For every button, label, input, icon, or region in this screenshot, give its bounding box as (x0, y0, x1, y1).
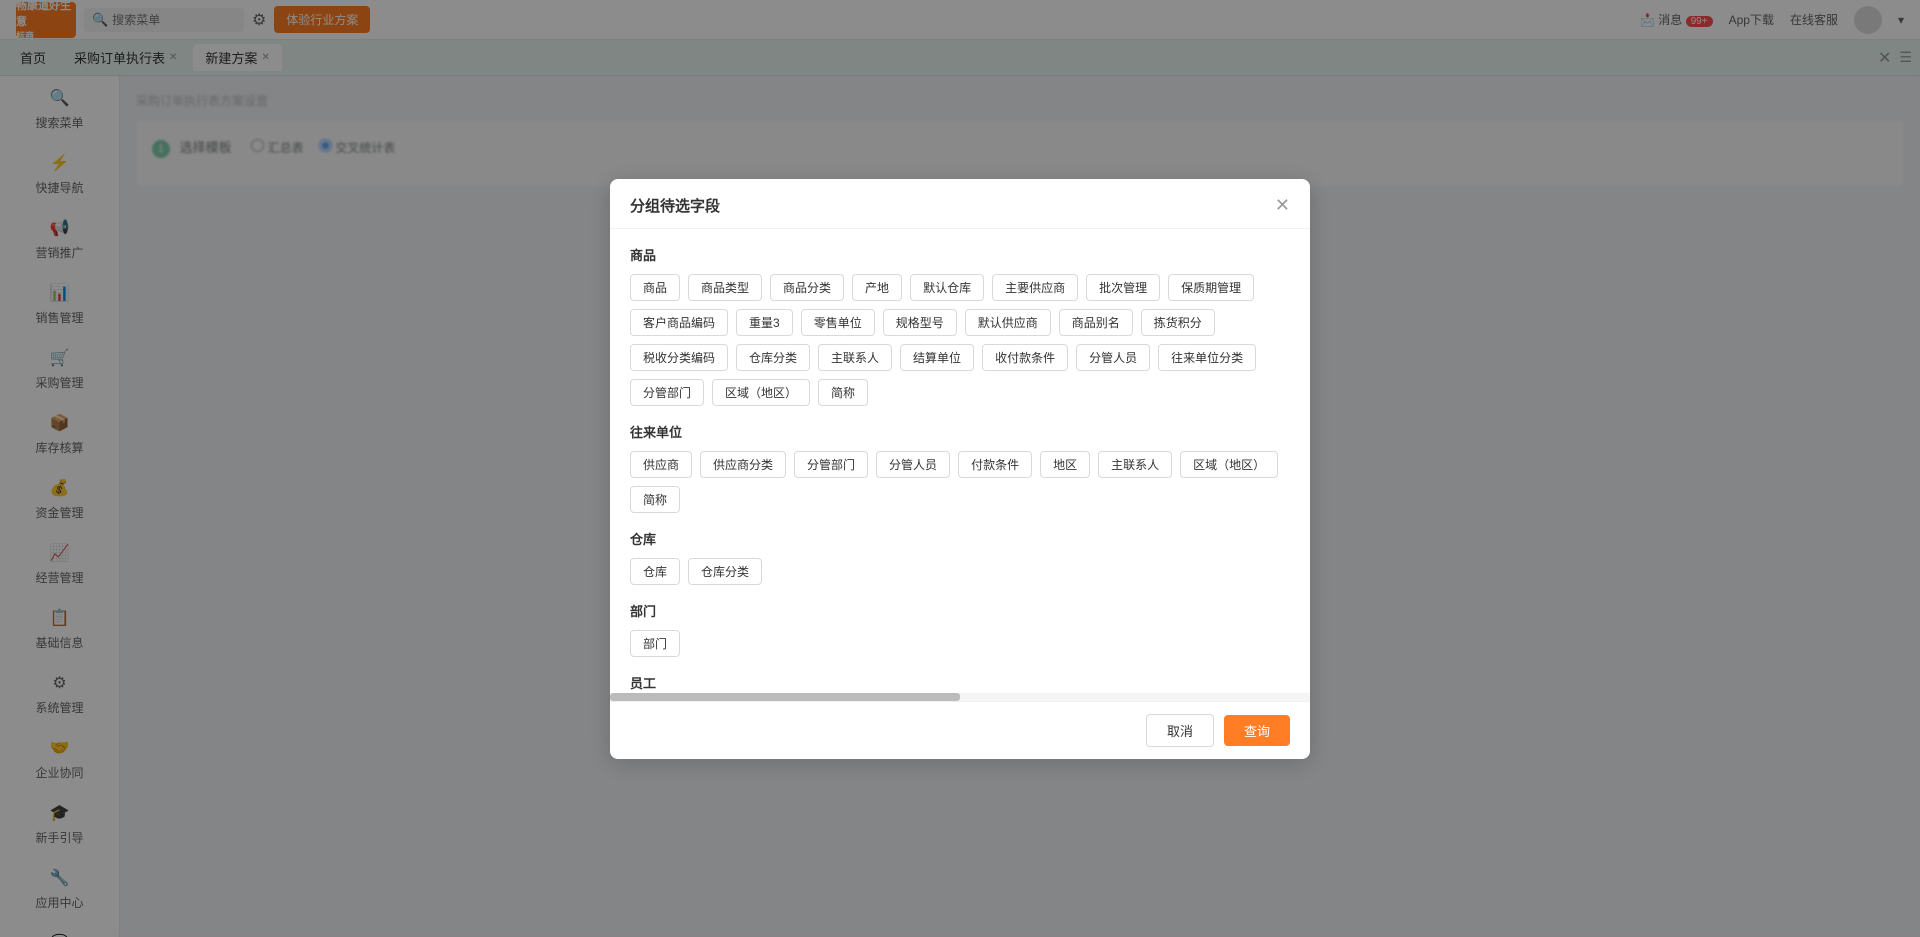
warehouse-fields: 仓库仓库分类 (630, 558, 1290, 585)
section-counterparty: 往来单位 供应商供应商分类分管部门分管人员付款条件地区主联系人区域（地区） 简称 (630, 422, 1290, 513)
field-tag[interactable]: 拣货积分 (1141, 309, 1215, 336)
field-tag[interactable]: 供应商分类 (700, 451, 786, 478)
field-tag[interactable]: 商品分类 (770, 274, 844, 301)
field-tag[interactable]: 区域（地区） (712, 379, 810, 406)
field-tag[interactable]: 简称 (630, 486, 680, 513)
field-tag[interactable]: 分管部门 (794, 451, 868, 478)
modal-footer: 取消 查询 (610, 701, 1310, 759)
section-warehouse-title: 仓库 (630, 529, 1290, 548)
modal-horizontal-scrollbar[interactable] (610, 693, 1310, 700)
field-tag[interactable]: 重量3 (736, 309, 793, 336)
field-tag[interactable]: 产地 (852, 274, 902, 301)
field-tag[interactable]: 商品 (630, 274, 680, 301)
field-tag[interactable]: 主要供应商 (992, 274, 1078, 301)
section-department-title: 部门 (630, 601, 1290, 620)
field-tag[interactable]: 主联系人 (818, 344, 892, 371)
field-tag[interactable]: 保质期管理 (1168, 274, 1254, 301)
field-tag[interactable]: 地区 (1040, 451, 1090, 478)
field-tag[interactable]: 供应商 (630, 451, 692, 478)
field-tag[interactable]: 默认供应商 (965, 309, 1051, 336)
modal-title: 分组待选字段 (630, 195, 720, 216)
section-counterparty-title: 往来单位 (630, 422, 1290, 441)
field-tag[interactable]: 税收分类编码 (630, 344, 728, 371)
modal-overlay: 分组待选字段 ✕ 商品 商品商品类型商品分类产地默认仓库主要供应商批次管理保质期… (0, 0, 1920, 937)
modal-header: 分组待选字段 ✕ (610, 179, 1310, 229)
field-tag[interactable]: 分管部门 (630, 379, 704, 406)
field-tag[interactable]: 部门 (630, 630, 680, 657)
field-tag[interactable]: 结算单位 (900, 344, 974, 371)
section-goods: 商品 商品商品类型商品分类产地默认仓库主要供应商批次管理保质期管理客户商品编码重… (630, 245, 1290, 406)
field-tag[interactable]: 收付款条件 (982, 344, 1068, 371)
field-tag[interactable]: 仓库分类 (688, 558, 762, 585)
field-tag[interactable]: 分管人员 (1076, 344, 1150, 371)
modal: 分组待选字段 ✕ 商品 商品商品类型商品分类产地默认仓库主要供应商批次管理保质期… (610, 179, 1310, 759)
field-tag[interactable]: 分管人员 (876, 451, 950, 478)
field-tag[interactable]: 仓库 (630, 558, 680, 585)
field-tag[interactable]: 批次管理 (1086, 274, 1160, 301)
goods-fields: 商品商品类型商品分类产地默认仓库主要供应商批次管理保质期管理客户商品编码重量3 零… (630, 274, 1290, 406)
field-tag[interactable]: 主联系人 (1098, 451, 1172, 478)
section-employee-title: 员工 (630, 673, 1290, 692)
counterparty-fields: 供应商供应商分类分管部门分管人员付款条件地区主联系人区域（地区） 简称 (630, 451, 1290, 513)
field-tag[interactable]: 客户商品编码 (630, 309, 728, 336)
field-tag[interactable]: 仓库分类 (736, 344, 810, 371)
field-tag[interactable]: 商品类型 (688, 274, 762, 301)
field-tag[interactable]: 零售单位 (801, 309, 875, 336)
confirm-button[interactable]: 查询 (1224, 715, 1290, 746)
field-tag[interactable]: 商品别名 (1059, 309, 1133, 336)
modal-body: 商品 商品商品类型商品分类产地默认仓库主要供应商批次管理保质期管理客户商品编码重… (610, 229, 1310, 694)
department-fields: 部门 (630, 630, 1290, 657)
field-tag[interactable]: 往来单位分类 (1158, 344, 1256, 371)
modal-close-icon[interactable]: ✕ (1275, 195, 1290, 216)
section-warehouse: 仓库 仓库仓库分类 (630, 529, 1290, 585)
field-tag[interactable]: 规格型号 (883, 309, 957, 336)
section-goods-title: 商品 (630, 245, 1290, 264)
field-tag[interactable]: 默认仓库 (910, 274, 984, 301)
section-employee: 员工 业务员 (630, 673, 1290, 694)
section-department: 部门 部门 (630, 601, 1290, 657)
cancel-button[interactable]: 取消 (1146, 714, 1214, 747)
field-tag[interactable]: 简称 (818, 379, 868, 406)
field-tag[interactable]: 付款条件 (958, 451, 1032, 478)
field-tag[interactable]: 区域（地区） (1180, 451, 1278, 478)
